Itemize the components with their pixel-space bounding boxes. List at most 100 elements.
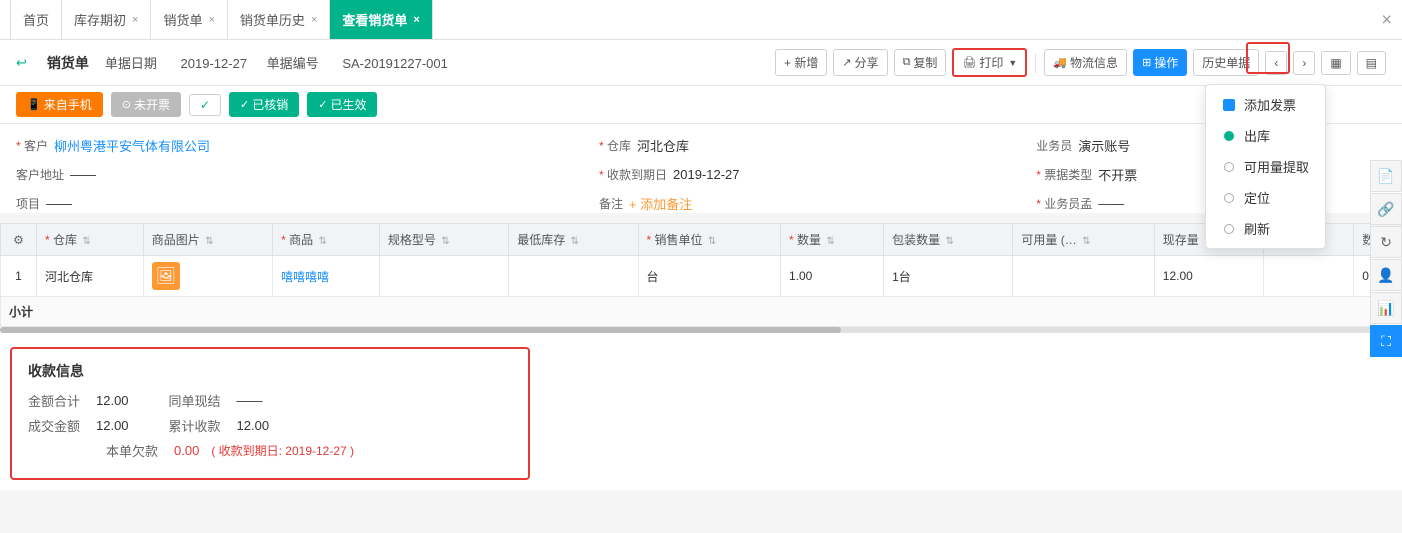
dropdown-add-invoice[interactable]: 添加发票 [1206,89,1325,120]
table-scrollbar[interactable] [0,327,1402,333]
subtotal-label: 小计 [1,297,1402,327]
dropdown-locate[interactable]: 定位 [1206,182,1325,213]
cumulative-label: 累计收款 [169,416,229,435]
th-available: 可用量 (… ⇅ [1013,224,1154,256]
circle-icon [1222,129,1236,143]
payment-row-2: 成交金额 12.00 累计收款 12.00 [28,416,512,435]
sort-icon-available: ⇅ [1082,236,1090,247]
th-product: 商品 ⇅ [273,224,380,256]
balance-field: 本单欠款 0.00 ( 收款到期日: 2019-12-27 ) [106,441,354,460]
tab-bar: 首页 库存期初 × 销货单 × 销货单历史 × 查看销货单 × × [0,0,1402,40]
prev-button[interactable]: ‹ [1265,51,1287,75]
warehouse-value: 河北仓库 [637,136,689,155]
tab-close-view-sales[interactable]: × [413,14,419,26]
total-value: 12.00 [96,393,129,408]
tab-close-sales-history[interactable]: × [311,14,317,26]
address-value: —— [70,167,96,182]
customer-value[interactable]: 柳州粤港平安气体有限公司 [54,136,210,155]
balance-label: 本单欠款 [106,441,166,460]
tab-sales-history[interactable]: 销货单历史 × [228,0,330,39]
cumulative-value: 12.00 [237,418,270,433]
staff-value: 演示账号 [1078,136,1130,155]
table-header-row: ⚙ 仓库 ⇅ 商品图片 ⇅ 商品 ⇅ 规格型号 ⇅ [1,224,1402,256]
sub-toolbar: 📱 来自手机 ⊙ 未开票 ✓ ✓ 已核销 ✓ 已生效 [0,86,1402,124]
sort-icon-spec: ⇅ [441,236,449,247]
sort-icon-pkg-qty: ⇅ [945,236,953,247]
sort-icon-min-stock: ⇅ [571,236,579,247]
deal-amount-value: 12.00 [96,418,129,433]
share-button[interactable]: ↗ 分享 [833,49,887,76]
tab-close-inventory[interactable]: × [132,14,138,26]
dropdown-refresh[interactable]: 刷新 [1206,213,1325,244]
tab-close-sales[interactable]: × [208,14,214,26]
scroll-thumb[interactable] [0,327,841,333]
from-phone-button[interactable]: 📱 来自手机 [16,92,103,117]
sidebar-refresh-icon[interactable]: ↻ [1370,226,1402,258]
toolbar-divider [1035,53,1036,73]
doc-meta: 单据日期 2019-12-27 单据编号 SA-20191227-001 [105,53,464,72]
add-note-button[interactable]: + 添加备注 [629,194,692,213]
sidebar-expand-icon[interactable]: ⛶ [1370,325,1402,357]
payment-row-1: 金额合计 12.00 同单现结 —— [28,391,512,410]
sidebar-link-icon[interactable]: 🔗 [1370,193,1402,225]
number-label: 单据编号 [267,56,319,71]
gear-icon[interactable]: ⚙ [13,233,24,247]
add-button[interactable]: + 新增 [775,49,827,76]
window-close-button[interactable]: × [1381,9,1392,30]
square-icon [1222,98,1236,112]
layout1-button[interactable]: ▦ [1321,51,1350,75]
th-min-stock: 最低库存 ⇅ [509,224,638,256]
tab-sales[interactable]: 销货单 × [151,0,227,39]
copy-button[interactable]: ⧉ 复制 [894,49,947,76]
deal-amount-field: 成交金额 12.00 [28,416,129,435]
print-button[interactable]: 🖨 打印 ▼ [952,48,1027,77]
th-spec: 规格型号 ⇅ [379,224,508,256]
dropdown-outbound[interactable]: 出库 [1206,120,1325,151]
sales-label: 业务员孟 [1036,195,1092,212]
project-value: —— [46,196,72,211]
balance-note: ( 收款到期日: 2019-12-27 ) [211,442,354,459]
cell-product[interactable]: 嘻嘻嘻嘻 [273,256,380,297]
due-date-label: 收款到期日 [599,166,667,183]
doc-header: ↩ 销货单 单据日期 2019-12-27 单据编号 SA-20191227-0… [0,40,1402,86]
operation-dropdown: 添加发票 出库 可用量提取 定位 刷新 [1205,84,1326,249]
address-label: 客户地址 [16,166,64,183]
sort-icon-product: ⇅ [318,236,326,247]
next-button[interactable]: › [1293,51,1315,75]
project-label: 项目 [16,195,40,212]
table-row: 1 河北仓库 🖼 嘻嘻嘻嘻 台 1.00 1台 12.00 0. [1,256,1402,297]
tab-view-sales[interactable]: 查看销货单 × [330,0,432,39]
form-row-3: 项目 —— 备注 + 添加备注 业务员孟 —— [16,194,1386,213]
sidebar-user-icon[interactable]: 👤 [1370,259,1402,291]
sidebar-doc-icon[interactable]: 📄 [1370,160,1402,192]
cell-pkg-qty: 1台 [884,256,1013,297]
due-date-field: 收款到期日 2019-12-27 [599,166,1036,183]
effective-button[interactable]: ✓ 已生效 [307,92,377,117]
operation-button[interactable]: ⊞ 操作 [1133,49,1187,76]
layout2-button[interactable]: ▤ [1357,51,1386,75]
dropdown-available-qty[interactable]: 可用量提取 [1206,151,1325,182]
logistics-button[interactable]: 🚚 物流信息 [1044,49,1127,76]
product-table: ⚙ 仓库 ⇅ 商品图片 ⇅ 商品 ⇅ 规格型号 ⇅ [0,223,1402,327]
th-pkg-qty: 包装数量 ⇅ [884,224,1013,256]
history-button[interactable]: 历史单据 [1193,49,1259,76]
not-open-button[interactable]: ⊙ 未开票 [111,92,181,117]
doc-title: 销货单 [47,53,89,73]
tab-inventory[interactable]: 库存期初 × [62,0,151,39]
th-gear[interactable]: ⚙ [1,224,37,256]
cell-available [1013,256,1154,297]
deal-amount-label: 成交金额 [28,416,88,435]
cell-price [1264,256,1354,297]
date-value: 2019-12-27 [181,56,248,71]
project-field: 项目 —— [16,195,599,212]
sidebar-chart-icon[interactable]: 📊 [1370,292,1402,324]
cell-index: 1 [1,256,37,297]
form-row-2: 客户地址 —— 收款到期日 2019-12-27 票据类型 不开票 [16,165,1386,184]
payment-info: 收款信息 金额合计 12.00 同单现结 —— 成交金额 12.00 累计收款 … [10,347,530,480]
tab-home[interactable]: 首页 [10,0,62,39]
sold-button[interactable]: ✓ 已核销 [229,92,299,117]
cumulative-field: 累计收款 12.00 [169,416,270,435]
check-verify-button[interactable]: ✓ [189,94,221,116]
cell-img: 🖼 [143,256,272,297]
product-image: 🖼 [152,262,180,290]
